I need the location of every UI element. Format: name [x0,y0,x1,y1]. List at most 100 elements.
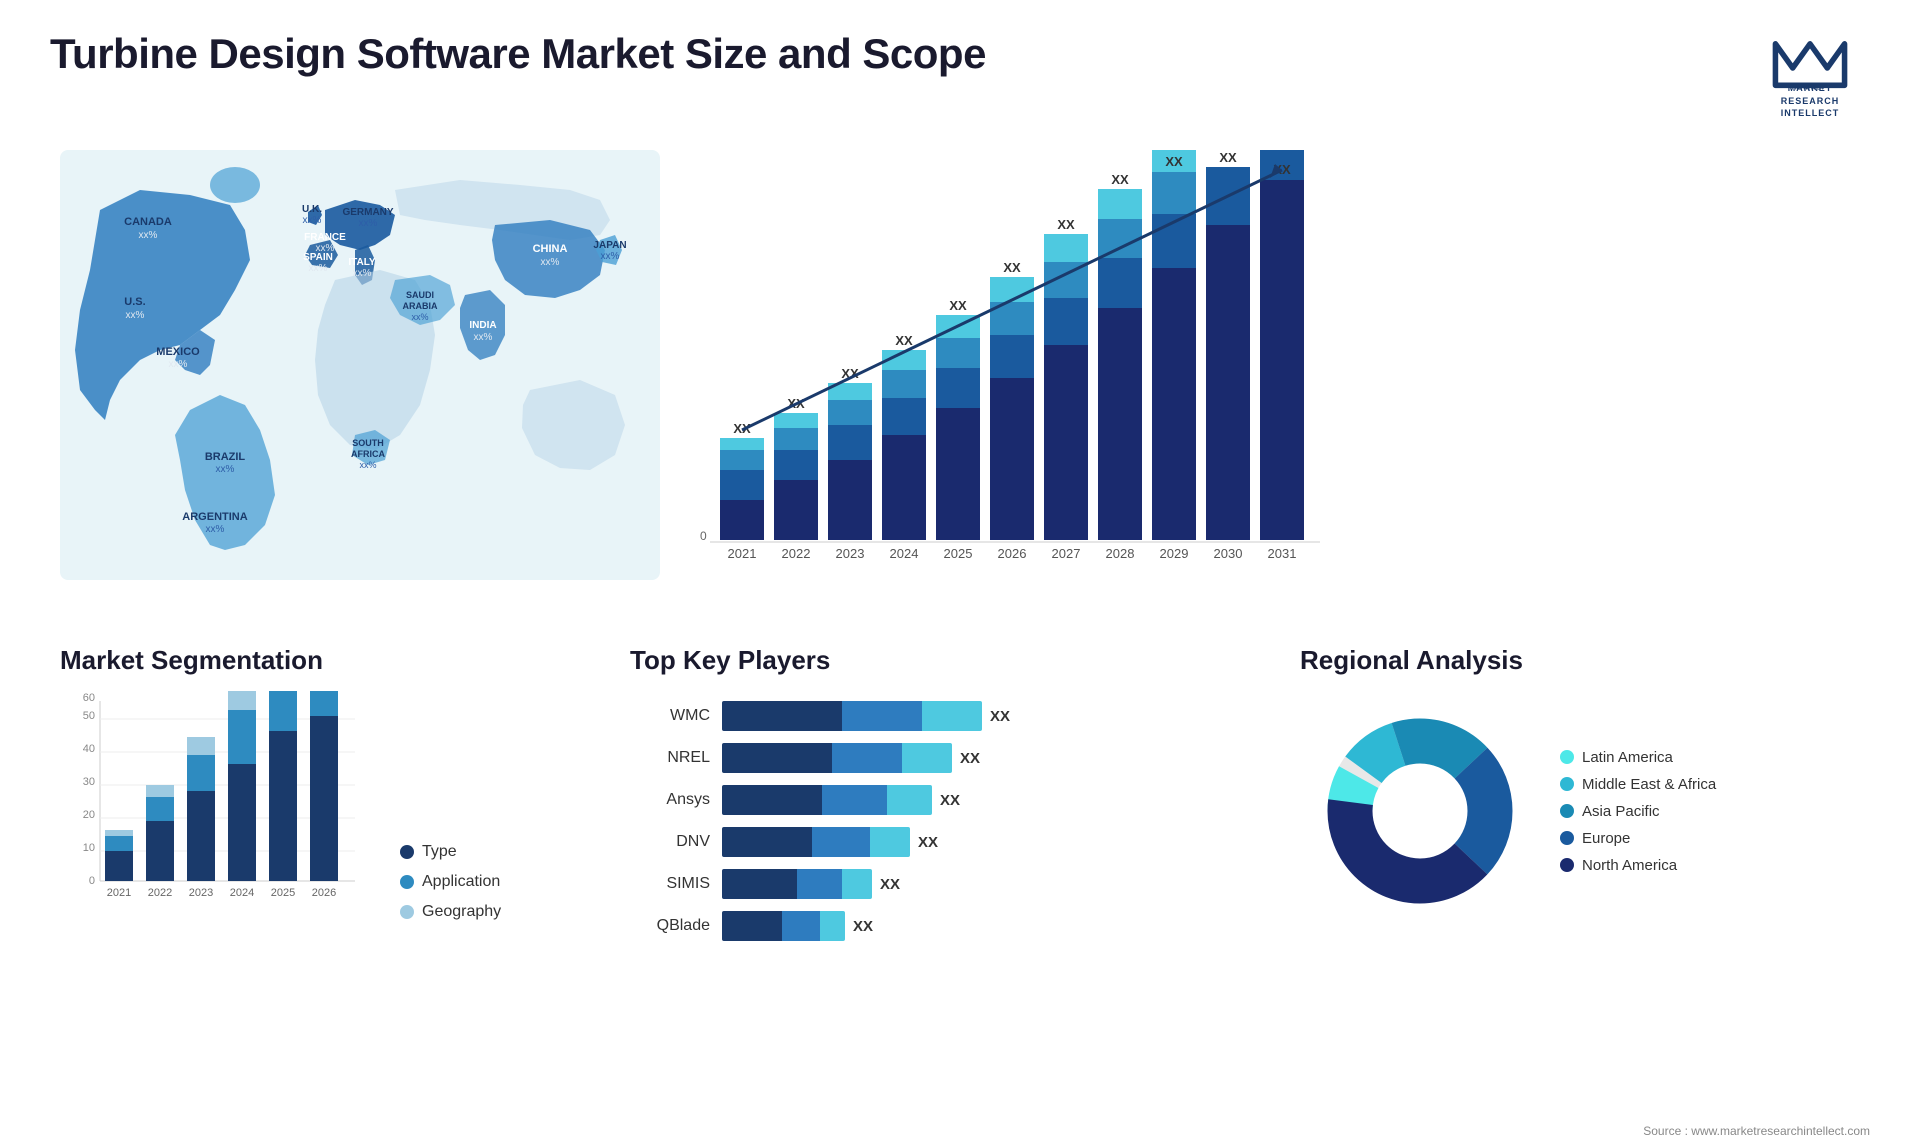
svg-text:2029: 2029 [1160,546,1189,561]
svg-text:GERMANY: GERMANY [342,207,393,218]
bottom-grid: Market Segmentation 0 10 20 30 40 50 60 [50,620,1870,951]
chart-section: 0 XX XX XX [670,140,1870,620]
player-nrel-val: XX [960,750,980,767]
player-ansys: Ansys XX [630,785,1260,815]
player-simis-bar-wrap: XX [722,869,1260,899]
svg-text:xx%: xx% [206,524,225,535]
player-nrel: NREL XX [630,743,1260,773]
player-simis: SIMIS XX [630,869,1260,899]
legend-geography: Geography [400,903,501,921]
player-nrel-seg2 [832,743,902,773]
player-simis-bar [722,869,872,899]
regional-section: Regional Analysis [1290,635,1870,951]
svg-text:2026: 2026 [998,546,1027,561]
application-label: Application [422,873,500,891]
players-list: WMC XX NREL [630,691,1260,941]
svg-text:2025: 2025 [944,546,973,561]
player-qblade-val: XX [853,918,873,935]
svg-text:2024: 2024 [230,887,254,899]
player-simis-val: XX [880,876,900,893]
player-ansys-val: XX [940,792,960,809]
svg-text:SAUDI: SAUDI [406,290,434,300]
player-nrel-name: NREL [630,749,710,767]
player-dnv-bar [722,827,910,857]
north-america-dot [1560,858,1574,872]
type-dot [400,845,414,859]
svg-text:AFRICA: AFRICA [351,449,385,459]
player-simis-seg2 [797,869,842,899]
player-dnv-name: DNV [630,833,710,851]
world-map: CANADA xx% U.S. xx% MEXICO xx% BRAZIL xx… [60,150,660,580]
player-ansys-seg1 [722,785,822,815]
svg-text:U.K.: U.K. [302,204,322,215]
svg-text:2022: 2022 [782,546,811,561]
svg-text:XX: XX [1003,260,1021,275]
donut-container: Latin America Middle East & Africa Asia … [1300,691,1860,931]
player-nrel-bar-wrap: XX [722,743,1260,773]
svg-text:xx%: xx% [216,464,235,475]
donut-legend: Latin America Middle East & Africa Asia … [1560,749,1716,874]
latin-america-label: Latin America [1582,749,1673,766]
svg-text:xx%: xx% [359,218,378,229]
type-label: Type [422,843,457,861]
latin-america-dot [1560,750,1574,764]
svg-text:40: 40 [83,743,95,755]
svg-text:xx%: xx% [353,268,372,279]
svg-text:50: 50 [83,710,95,722]
svg-text:CHINA: CHINA [533,243,568,255]
europe-dot [1560,831,1574,845]
player-wmc-seg1 [722,701,842,731]
svg-text:ARABIA: ARABIA [403,301,438,311]
svg-text:xx%: xx% [126,310,145,321]
svg-text:XX: XX [1111,172,1129,187]
player-simis-name: SIMIS [630,875,710,893]
svg-text:2028: 2028 [1106,546,1135,561]
legend-asia-pacific: Asia Pacific [1560,803,1716,820]
players-title: Top Key Players [630,645,1260,676]
player-ansys-name: Ansys [630,791,710,809]
player-wmc-val: XX [990,708,1010,725]
svg-text:JAPAN: JAPAN [593,240,626,251]
svg-text:20: 20 [83,809,95,821]
mea-dot [1560,777,1574,791]
svg-text:2027: 2027 [1052,546,1081,561]
svg-text:10: 10 [83,842,95,854]
svg-text:SOUTH: SOUTH [352,438,384,448]
segmentation-chart: 0 10 20 30 40 50 60 [60,691,370,921]
legend-europe: Europe [1560,830,1716,847]
svg-text:xx%: xx% [303,215,322,226]
svg-text:XX: XX [1219,150,1237,165]
svg-text:xx%: xx% [359,460,376,470]
svg-text:XX: XX [1165,154,1183,169]
svg-text:BRAZIL: BRAZIL [205,451,246,463]
svg-text:xx%: xx% [139,230,158,241]
svg-text:2030: 2030 [1214,546,1243,561]
svg-text:xx%: xx% [601,251,620,262]
svg-text:2026: 2026 [312,887,336,899]
logo-line2: RESEARCH [1781,95,1840,108]
player-dnv-bar-wrap: XX [722,827,1260,857]
svg-text:30: 30 [83,776,95,788]
north-america-label: North America [1582,857,1677,874]
geography-label: Geography [422,903,501,921]
svg-text:xx%: xx% [474,332,493,343]
europe-label: Europe [1582,830,1630,847]
player-qblade-bar [722,911,845,941]
asia-pacific-label: Asia Pacific [1582,803,1660,820]
svg-text:0: 0 [89,875,95,887]
svg-text:CANADA: CANADA [124,216,172,228]
regional-title: Regional Analysis [1300,645,1860,676]
player-nrel-seg1 [722,743,832,773]
application-dot [400,875,414,889]
svg-text:2031: 2031 [1268,546,1297,561]
player-wmc-bar-wrap: XX [722,701,1260,731]
player-dnv-seg3 [870,827,910,857]
svg-text:XX: XX [895,333,913,348]
svg-text:XX: XX [1057,217,1075,232]
segmentation-legend: Type Application Geography [400,843,501,921]
svg-text:2024: 2024 [890,546,919,561]
svg-text:xx%: xx% [309,263,328,274]
legend-type: Type [400,843,501,861]
svg-text:0: 0 [700,529,707,543]
player-nrel-bar [722,743,952,773]
